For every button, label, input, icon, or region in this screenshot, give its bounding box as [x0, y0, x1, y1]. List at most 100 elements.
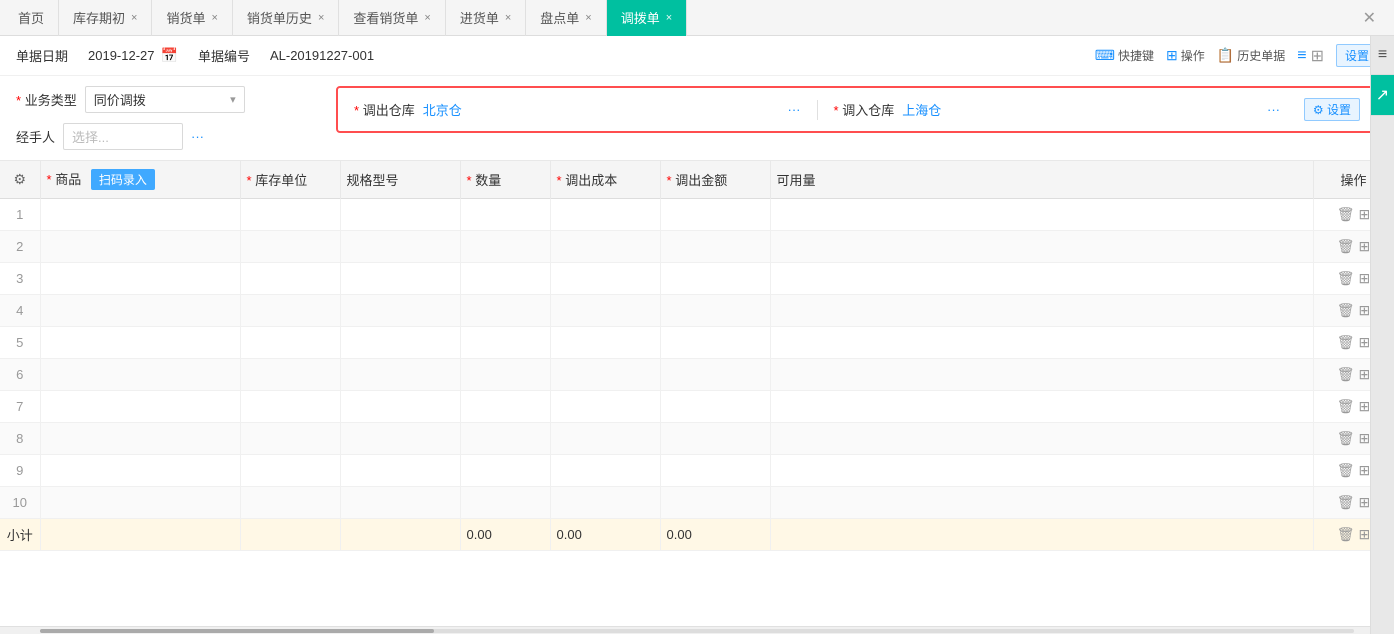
- tab-home[interactable]: 首页: [8, 0, 59, 36]
- horizontal-scrollbar[interactable]: [0, 626, 1394, 634]
- delete-icon[interactable]: 🗑: [1337, 494, 1355, 511]
- warehouse-out-more-btn[interactable]: ···: [788, 102, 801, 117]
- product-cell[interactable]: [40, 455, 240, 487]
- product-cell[interactable]: [40, 487, 240, 519]
- right-sidebar: ≡ ↗: [1370, 36, 1394, 634]
- delete-icon[interactable]: 🗑: [1337, 526, 1355, 543]
- tab-inventory-init[interactable]: 库存期初 ×: [59, 0, 152, 36]
- warehouse-in-label: * 调入仓库: [834, 100, 895, 119]
- tab-sales-history[interactable]: 销货单历史 ×: [233, 0, 339, 36]
- product-cell[interactable]: [40, 391, 240, 423]
- close-transfer[interactable]: ×: [666, 12, 672, 24]
- sidebar-export-icon[interactable]: ↗: [1371, 75, 1394, 116]
- history-btn[interactable]: 📋 历史单据: [1217, 47, 1285, 64]
- available-cell: [770, 391, 1314, 423]
- close-sales-order[interactable]: ×: [211, 12, 217, 24]
- table-row: 8 🗑 ⊞: [0, 423, 1394, 455]
- close-sales-history[interactable]: ×: [318, 12, 324, 24]
- available-cell: [770, 295, 1314, 327]
- copy-icon[interactable]: ⊞: [1359, 398, 1371, 415]
- close-purchase[interactable]: ×: [505, 12, 511, 24]
- view-toggle[interactable]: ≡ ⊞: [1297, 46, 1324, 66]
- tab-sales-order[interactable]: 销货单 ×: [152, 0, 232, 36]
- product-cell[interactable]: [40, 295, 240, 327]
- business-type-select[interactable]: 同价调拨 ▾: [85, 86, 245, 113]
- calendar-icon[interactable]: 📅: [161, 47, 178, 64]
- warehouse-in-more-btn[interactable]: ···: [1267, 102, 1280, 117]
- window-close-button[interactable]: ✕: [1353, 8, 1386, 28]
- copy-icon[interactable]: ⊞: [1359, 302, 1371, 319]
- tab-inventory-check[interactable]: 盘点单 ×: [526, 0, 606, 36]
- delete-icon[interactable]: 🗑: [1337, 462, 1355, 479]
- close-view-sales[interactable]: ×: [424, 12, 430, 24]
- warehouse-out-label: * 调出仓库: [354, 100, 415, 119]
- product-cell[interactable]: [40, 359, 240, 391]
- cost-cell: [550, 455, 660, 487]
- delete-icon[interactable]: 🗑: [1337, 398, 1355, 415]
- spec-cell: [340, 487, 460, 519]
- row-number: 7: [0, 391, 40, 423]
- scan-button[interactable]: 扫码录入: [91, 169, 155, 190]
- table-header-row: ⚙ * 商品 扫码录入 * 库存单位 规格型号 *: [0, 161, 1394, 199]
- sidebar-list-icon[interactable]: ≡: [1371, 36, 1394, 75]
- spec-cell: [340, 327, 460, 359]
- cost-cell: [550, 295, 660, 327]
- delete-icon[interactable]: 🗑: [1337, 206, 1355, 223]
- spec-col-header: 规格型号: [340, 161, 460, 199]
- unit-cell: [240, 231, 340, 263]
- copy-icon[interactable]: ⊞: [1359, 494, 1371, 511]
- amount-cell: [660, 359, 770, 391]
- tab-view-sales[interactable]: 查看销货单 ×: [339, 0, 445, 36]
- delete-icon[interactable]: 🗑: [1337, 366, 1355, 383]
- amount-cell: [660, 327, 770, 359]
- handler-more-btn[interactable]: ···: [191, 129, 204, 144]
- delete-icon[interactable]: 🗑: [1337, 302, 1355, 319]
- close-inventory-check[interactable]: ×: [585, 12, 591, 24]
- copy-icon[interactable]: ⊞: [1359, 462, 1371, 479]
- copy-icon[interactable]: ⊞: [1359, 238, 1371, 255]
- table-row: 2 🗑 ⊞: [0, 231, 1394, 263]
- copy-icon[interactable]: ⊞: [1359, 430, 1371, 447]
- qty-cell: [460, 199, 550, 231]
- warehouse-out-field: * 调出仓库 北京仓 ···: [354, 100, 801, 119]
- row-number: 1: [0, 199, 40, 231]
- shortcut-btn[interactable]: ⌨ 快捷键: [1095, 47, 1154, 64]
- list-view-icon: ≡: [1297, 47, 1306, 65]
- tab-purchase[interactable]: 进货单 ×: [446, 0, 526, 36]
- handler-field: 经手人 选择... ···: [16, 123, 316, 150]
- table-row: 7 🗑 ⊞: [0, 391, 1394, 423]
- form-area: * 业务类型 同价调拨 ▾ 经手人 选择... ···: [0, 76, 1394, 160]
- copy-icon[interactable]: ⊞: [1359, 206, 1371, 223]
- delete-icon[interactable]: 🗑: [1337, 334, 1355, 351]
- qty-cell: [460, 231, 550, 263]
- copy-icon[interactable]: ⊞: [1359, 526, 1371, 543]
- warehouse-settings-btn[interactable]: ⚙ 设置: [1304, 98, 1360, 121]
- product-cell[interactable]: [40, 263, 240, 295]
- cost-col-header: * 调出成本: [550, 161, 660, 199]
- operate-btn[interactable]: ⊞ 操作: [1166, 47, 1205, 64]
- row-number: 2: [0, 231, 40, 263]
- delete-icon[interactable]: 🗑: [1337, 430, 1355, 447]
- close-inventory-init[interactable]: ×: [131, 12, 137, 24]
- delete-icon[interactable]: 🗑: [1337, 270, 1355, 287]
- gear-icon[interactable]: ⚙: [13, 171, 26, 187]
- copy-icon[interactable]: ⊞: [1359, 366, 1371, 383]
- tab-transfer[interactable]: 调拨单 ×: [607, 0, 687, 36]
- header-actions: ⌨ 快捷键 ⊞ 操作 📋 历史单据 ≡ ⊞ 设置: [1095, 44, 1378, 67]
- copy-icon[interactable]: ⊞: [1359, 270, 1371, 287]
- table-row: 6 🗑 ⊞: [0, 359, 1394, 391]
- cost-cell: [550, 231, 660, 263]
- amount-col-header: * 调出金额: [660, 161, 770, 199]
- available-cell: [770, 231, 1314, 263]
- product-cell[interactable]: [40, 327, 240, 359]
- handler-input[interactable]: 选择...: [63, 123, 183, 150]
- product-cell[interactable]: [40, 199, 240, 231]
- delete-icon[interactable]: 🗑: [1337, 238, 1355, 255]
- amount-cell: [660, 423, 770, 455]
- product-cell[interactable]: [40, 423, 240, 455]
- qty-cell: [460, 487, 550, 519]
- warehouse-divider: [817, 100, 818, 120]
- spec-cell: [340, 295, 460, 327]
- copy-icon[interactable]: ⊞: [1359, 334, 1371, 351]
- product-cell[interactable]: [40, 231, 240, 263]
